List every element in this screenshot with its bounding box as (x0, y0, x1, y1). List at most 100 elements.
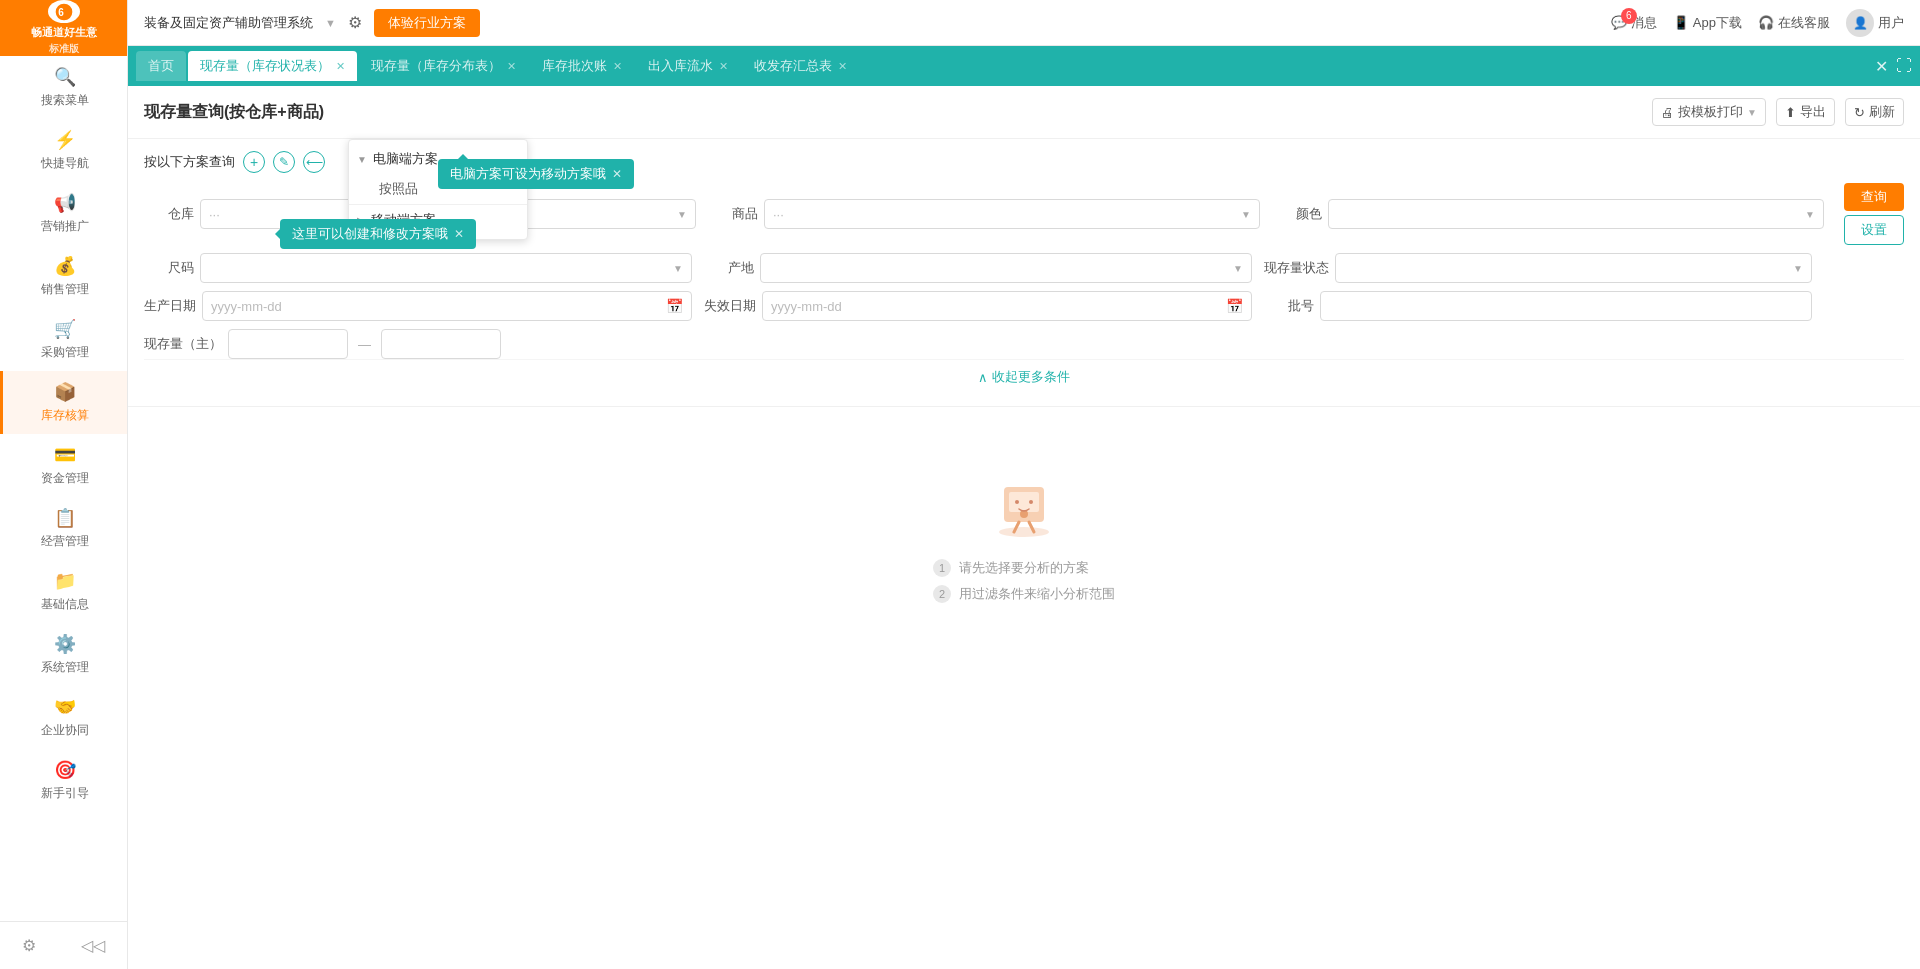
origin-label: 产地 (704, 259, 754, 277)
collapse-sidebar-btn[interactable]: ◁◁ (77, 932, 109, 959)
sidebar-item-operations[interactable]: 📋 经营管理 (0, 497, 127, 560)
sidebar-item-purchase[interactable]: 🛒 采购管理 (0, 308, 127, 371)
produce-date-input[interactable]: yyyy-mm-dd 📅 (202, 291, 692, 321)
basic-info-icon: 📁 (54, 570, 76, 592)
expire-date-placeholder: yyyy-mm-dd (771, 299, 842, 314)
back-scheme-btn[interactable]: ⟵ (303, 151, 325, 173)
logo-icon: 6 (48, 0, 80, 23)
color-select[interactable]: ▼ (1328, 199, 1824, 229)
filter-group-expire-date: 失效日期 yyyy-mm-dd 📅 (704, 291, 1252, 321)
app-download-btn[interactable]: 📱 App下载 (1673, 14, 1742, 32)
search-icon: 🔍 (54, 66, 76, 88)
tab-batch-account[interactable]: 库存批次账 ✕ (530, 51, 634, 81)
sidebar-item-sales[interactable]: 💰 销售管理 (0, 245, 127, 308)
settings-bottom-btn[interactable]: ⚙ (18, 932, 40, 959)
tooltip1-close[interactable]: ✕ (612, 167, 622, 181)
tab-inventory-dist-label: 现存量（库存分布表） (371, 57, 501, 75)
stock-main-to-input[interactable] (381, 329, 501, 359)
query-btn[interactable]: 查询 (1844, 183, 1904, 211)
tooltip1-text: 电脑方案可设为移动方案哦 (450, 165, 606, 183)
tab-inventory-status[interactable]: 现存量（库存状况表） ✕ (188, 51, 357, 81)
operations-icon: 📋 (54, 507, 76, 529)
refresh-icon: ↻ (1854, 105, 1865, 120)
sidebar-item-search[interactable]: 🔍 搜索菜单 (0, 56, 127, 119)
page-content: 现存量查询(按仓库+商品) 🖨 按模板打印 ▼ ⬆ 导出 ↻ 刷新 (128, 86, 1920, 969)
refresh-btn[interactable]: ↻ 刷新 (1845, 98, 1904, 126)
phone-icon: 📱 (1673, 15, 1689, 30)
tab-home[interactable]: 首页 (136, 51, 186, 81)
stock-main-from-input[interactable] (228, 329, 348, 359)
sidebar-item-finance[interactable]: 💳 资金管理 (0, 434, 127, 497)
app-sub: 标准版 (49, 42, 79, 56)
tab-in-out-flow-close[interactable]: ✕ (719, 60, 728, 73)
message-btn[interactable]: 💬 6 消息 (1611, 14, 1657, 32)
add-scheme-btn[interactable]: + (243, 151, 265, 173)
print-btn[interactable]: 🖨 按模板打印 ▼ (1652, 98, 1766, 126)
scheme-desktop-label: 电脑端方案 (373, 150, 438, 168)
tab-batch-account-close[interactable]: ✕ (613, 60, 622, 73)
sidebar-logo: 6 畅通道好生意 标准版 (0, 0, 127, 56)
sidebar: 6 畅通道好生意 标准版 🔍 搜索菜单 ⚡ 快捷导航 📢 营销推广 💰 销售管理… (0, 0, 128, 969)
sidebar-item-guide[interactable]: 🎯 新手引导 (0, 749, 127, 812)
filter-label: 按以下方案查询 (144, 153, 235, 171)
enterprise-icon: 🤝 (54, 696, 76, 718)
user-btn[interactable]: 👤 用户 (1846, 9, 1904, 37)
goods-placeholder: ··· (773, 207, 784, 222)
sidebar-item-system[interactable]: ⚙️ 系统管理 (0, 623, 127, 686)
marketing-icon: 📢 (54, 192, 76, 214)
tab-in-out-flow[interactable]: 出入库流水 ✕ (636, 51, 740, 81)
tab-collect-summary-close[interactable]: ✕ (838, 60, 847, 73)
expire-date-calendar-icon: 📅 (1226, 298, 1243, 314)
sidebar-item-quick-nav[interactable]: ⚡ 快捷导航 (0, 119, 127, 182)
tab-close-all-icon[interactable]: ✕ (1875, 57, 1888, 76)
tooltip2-close[interactable]: ✕ (454, 227, 464, 241)
sidebar-item-inventory[interactable]: 📦 库存核算 (0, 371, 127, 434)
size-select[interactable]: ▼ (200, 253, 692, 283)
tab-inventory-status-close[interactable]: ✕ (336, 60, 345, 73)
filter-row-4: 现存量（主） — (144, 329, 1904, 359)
sidebar-item-marketing[interactable]: 📢 营销推广 (0, 182, 127, 245)
sidebar-nav: 🔍 搜索菜单 ⚡ 快捷导航 📢 营销推广 💰 销售管理 🛒 采购管理 📦 库存核… (0, 56, 127, 921)
empty-tip-1: 1 请先选择要分析的方案 (933, 559, 1115, 577)
batch-input[interactable] (1320, 291, 1812, 321)
industry-btn[interactable]: 体验行业方案 (374, 9, 480, 37)
produce-date-label: 生产日期 (144, 297, 196, 315)
filter-group-origin: 产地 ▼ (704, 253, 1252, 283)
online-support-btn[interactable]: 🎧 在线客服 (1758, 14, 1830, 32)
tab-collect-summary[interactable]: 收发存汇总表 ✕ (742, 51, 859, 81)
system-name: 装备及固定资产辅助管理系统 (144, 14, 313, 32)
tab-inventory-status-label: 现存量（库存状况表） (200, 57, 330, 75)
tab-home-label: 首页 (148, 57, 174, 75)
sidebar-item-enterprise[interactable]: 🤝 企业协同 (0, 686, 127, 749)
finance-icon: 💳 (54, 444, 76, 466)
tab-inventory-dist[interactable]: 现存量（库存分布表） ✕ (359, 51, 528, 81)
collapse-btn[interactable]: ∧ 收起更多条件 (144, 359, 1904, 394)
expire-date-input[interactable]: yyyy-mm-dd 📅 (762, 291, 1252, 321)
export-label: 导出 (1800, 103, 1826, 121)
sidebar-label-finance: 资金管理 (41, 470, 89, 487)
tip-num-2: 2 (933, 585, 951, 603)
produce-date-calendar-icon: 📅 (666, 298, 683, 314)
sidebar-label-sales: 销售管理 (41, 281, 89, 298)
sidebar-label-quick-nav: 快捷导航 (41, 155, 89, 172)
origin-select[interactable]: ▼ (760, 253, 1252, 283)
color-arrow-icon: ▼ (1805, 209, 1815, 220)
sidebar-label-purchase: 采购管理 (41, 344, 89, 361)
tab-fullscreen-icon[interactable]: ⛶ (1896, 57, 1912, 75)
tooltip2-text: 这里可以创建和修改方案哦 (292, 225, 448, 243)
stock-status-select[interactable]: ▼ (1335, 253, 1812, 283)
warehouse-label: 仓库 (144, 205, 194, 223)
edit-scheme-btn[interactable]: ✎ (273, 151, 295, 173)
empty-tip-1-text: 请先选择要分析的方案 (959, 559, 1089, 577)
sidebar-item-basic-info[interactable]: 📁 基础信息 (0, 560, 127, 623)
empty-icon (984, 467, 1064, 547)
export-btn[interactable]: ⬆ 导出 (1776, 98, 1835, 126)
settings-icon[interactable]: ⚙ (348, 13, 362, 32)
goods-select[interactable]: ··· ▼ (764, 199, 1260, 229)
batch-label: 批号 (1264, 297, 1314, 315)
tab-bar-actions: ✕ ⛶ (1875, 57, 1912, 76)
set-btn[interactable]: 设置 (1844, 215, 1904, 245)
empty-tip-2: 2 用过滤条件来缩小分析范围 (933, 585, 1115, 603)
sidebar-label-search: 搜索菜单 (41, 92, 89, 109)
tab-inventory-dist-close[interactable]: ✕ (507, 60, 516, 73)
